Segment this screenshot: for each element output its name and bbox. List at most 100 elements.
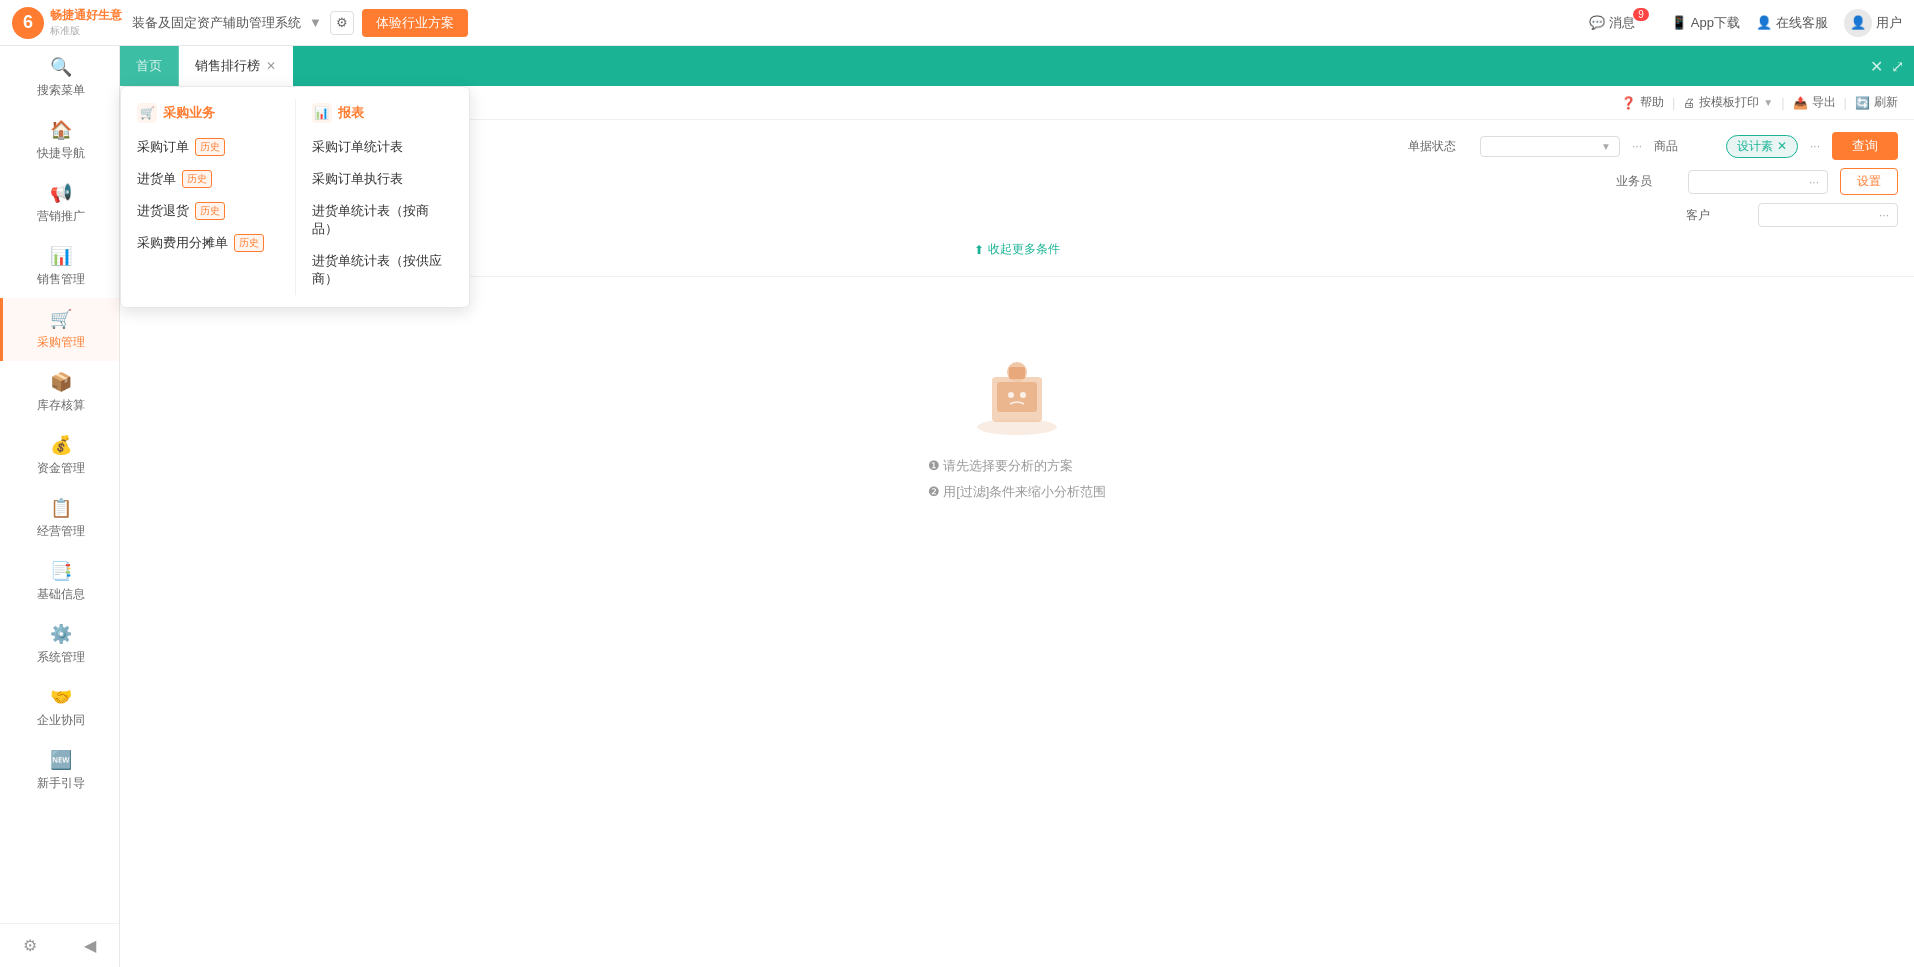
sidebar-icon-enterprise: 🤝 (50, 686, 72, 708)
sidebar-item-system[interactable]: ⚙️ 系统管理 (0, 613, 119, 676)
tab-bar: 首页 销售排行榜 ✕ ✕ ⤢ (120, 46, 1914, 86)
message-action[interactable]: 💬 消息 9 (1589, 14, 1655, 32)
app-download-action[interactable]: 📱 App下载 (1671, 14, 1740, 32)
help-btn[interactable]: ❓ 帮助 (1621, 94, 1664, 111)
sidebar-icon-system: ⚙️ (50, 623, 72, 645)
menu-item-进货退货[interactable]: 进货退货历史 (129, 195, 287, 227)
staff-label: 业务员 (1616, 173, 1676, 190)
sidebar-collapse-icon[interactable]: ◀ (80, 932, 100, 959)
title-dropdown-icon[interactable]: ▼ (309, 15, 322, 30)
header-center: 装备及固定资产辅助管理系统 ▼ ⚙ 体验行业方案 (132, 9, 1589, 37)
sidebar-item-marketing[interactable]: 📢 营销推广 (0, 172, 119, 235)
sidebar-label-operations: 经营管理 (37, 523, 85, 540)
history-tag: 历史 (182, 170, 212, 188)
empty-tips: ❶ 请先选择要分析的方案 ❷ 用[过滤]条件来缩小分析范围 (928, 453, 1107, 505)
menu-item-进货单[interactable]: 进货单历史 (129, 163, 287, 195)
sidebar-item-guide[interactable]: 🆕 新手引导 (0, 739, 119, 802)
sidebar-item-quick[interactable]: 🏠 快捷导航 (0, 109, 119, 172)
tab-sales-rank-label: 销售排行榜 (195, 57, 260, 75)
sidebar-icon-quick: 🏠 (50, 119, 72, 141)
customer-label: 客户 (1686, 207, 1746, 224)
staff-select[interactable]: ··· (1688, 170, 1828, 194)
tab-home[interactable]: 首页 (120, 46, 179, 86)
sidebar-label-marketing: 营销推广 (37, 208, 85, 225)
sidebar-item-inventory[interactable]: 📦 库存核算 (0, 361, 119, 424)
customer-select[interactable]: ··· (1758, 203, 1898, 227)
doc-status-chevron-icon: ▼ (1601, 141, 1611, 152)
sidebar-label-quick: 快捷导航 (37, 145, 85, 162)
tab-sales-rank[interactable]: 销售排行榜 ✕ (179, 46, 293, 86)
logo-icon: 6 (12, 7, 44, 39)
goods-tag-close-icon[interactable]: ✕ (1777, 139, 1787, 153)
export-btn[interactable]: 📤 导出 (1793, 94, 1836, 111)
sidebar-label-capital: 资金管理 (37, 460, 85, 477)
menu-item-进货单统计表（按供应商）[interactable]: 进货单统计表（按供应商） (304, 245, 462, 295)
logo-text: 畅捷通好生意 标准版 (50, 7, 122, 38)
sidebar-settings-icon[interactable]: ⚙ (19, 932, 41, 959)
sidebar-icon-search: 🔍 (50, 56, 72, 78)
sidebar-icon-purchase: 🛒 (50, 308, 72, 330)
tab-home-label: 首页 (136, 57, 162, 75)
sidebar-icon-capital: 💰 (50, 434, 72, 456)
refresh-btn[interactable]: 🔄 刷新 (1855, 94, 1898, 111)
query-btn[interactable]: 查询 (1832, 132, 1898, 160)
user-action[interactable]: 👤 用户 (1844, 9, 1902, 37)
export-icon: 📤 (1793, 96, 1808, 110)
settings-btn[interactable]: 设置 (1840, 168, 1898, 195)
online-service-action[interactable]: 👤 在线客服 (1756, 14, 1828, 32)
history-tag: 历史 (195, 138, 225, 156)
sidebar-item-enterprise[interactable]: 🤝 企业协同 (0, 676, 119, 739)
tab-expand-btn[interactable]: ⤢ (1889, 55, 1906, 78)
sidebar-label-search: 搜索菜单 (37, 82, 85, 99)
sidebar-bottom: ⚙ ◀ (0, 923, 119, 967)
tab-close-icon[interactable]: ✕ (266, 59, 276, 73)
sidebar-label-guide: 新手引导 (37, 775, 85, 792)
sidebar-icon-guide: 🆕 (50, 749, 72, 771)
print-btn[interactable]: 🖨 按模板打印 ▼ (1683, 94, 1773, 111)
doc-status-select[interactable]: ▼ (1480, 136, 1620, 157)
phone-icon: 📱 (1671, 15, 1687, 30)
menu-item-采购订单执行表[interactable]: 采购订单执行表 (304, 163, 462, 195)
sidebar-item-operations[interactable]: 📋 经营管理 (0, 487, 119, 550)
system-title: 装备及固定资产辅助管理系统 (132, 14, 301, 32)
sidebar-icon-inventory: 📦 (50, 371, 72, 393)
sidebar-label-system: 系统管理 (37, 649, 85, 666)
industry-btn[interactable]: 体验行业方案 (362, 9, 468, 37)
print-icon: 🖨 (1683, 96, 1695, 110)
sidebar-item-basic[interactable]: 📑 基础信息 (0, 550, 119, 613)
tab-spacer (293, 46, 1860, 86)
header-settings-icon[interactable]: ⚙ (330, 11, 354, 35)
sidebar-item-purchase[interactable]: 🛒 采购管理 (0, 298, 119, 361)
sidebar: 🔍 搜索菜单 🏠 快捷导航 📢 营销推广 📊 销售管理 🛒 采购管理 📦 库存核… (0, 46, 120, 967)
menu-col-report: 📊 报表 采购订单统计表采购订单执行表进货单统计表（按商品）进货单统计表（按供应… (295, 99, 470, 295)
menu-item-进货单统计表（按商品）[interactable]: 进货单统计表（按商品） (304, 195, 462, 245)
message-icon: 💬 (1589, 15, 1605, 30)
sidebar-item-capital[interactable]: 💰 资金管理 (0, 424, 119, 487)
sidebar-label-inventory: 库存核算 (37, 397, 85, 414)
menu-report-title: 📊 报表 (304, 99, 462, 131)
menu-item-采购费用分摊单[interactable]: 采购费用分摊单历史 (129, 227, 287, 259)
goods-ellipsis[interactable]: ··· (1810, 139, 1820, 153)
doc-status-label: 单据状态 (1408, 138, 1468, 155)
service-icon: 👤 (1756, 15, 1772, 30)
toolbar-actions: ❓ 帮助 | 🖨 按模板打印 ▼ | 📤 导出 | 🔄 刷新 (1621, 94, 1898, 111)
menu-item-采购订单[interactable]: 采购订单历史 (129, 131, 287, 163)
logo-area: 6 畅捷通好生意 标准版 (12, 7, 132, 39)
goods-tag[interactable]: 设计素 ✕ (1726, 135, 1798, 158)
svg-point-6 (1020, 392, 1026, 398)
tab-close-btn[interactable]: ✕ (1868, 55, 1885, 78)
sidebar-label-sales: 销售管理 (37, 271, 85, 288)
refresh-icon: 🔄 (1855, 96, 1870, 110)
svg-rect-4 (1009, 367, 1025, 379)
avatar: 👤 (1844, 9, 1872, 37)
sidebar-icon-sales: 📊 (50, 245, 72, 267)
collapse-up-icon: ⬆ (974, 243, 984, 257)
svg-point-5 (1008, 392, 1014, 398)
doc-status-ellipsis[interactable]: ··· (1632, 139, 1642, 153)
menu-purchase-title: 🛒 采购业务 (129, 99, 287, 131)
header-right: 💬 消息 9 📱 App下载 👤 在线客服 👤 用户 (1589, 9, 1902, 37)
empty-state: ❶ 请先选择要分析的方案 ❷ 用[过滤]条件来缩小分析范围 (120, 277, 1914, 585)
menu-item-采购订单统计表[interactable]: 采购订单统计表 (304, 131, 462, 163)
sidebar-item-sales[interactable]: 📊 销售管理 (0, 235, 119, 298)
sidebar-item-search[interactable]: 🔍 搜索菜单 (0, 46, 119, 109)
